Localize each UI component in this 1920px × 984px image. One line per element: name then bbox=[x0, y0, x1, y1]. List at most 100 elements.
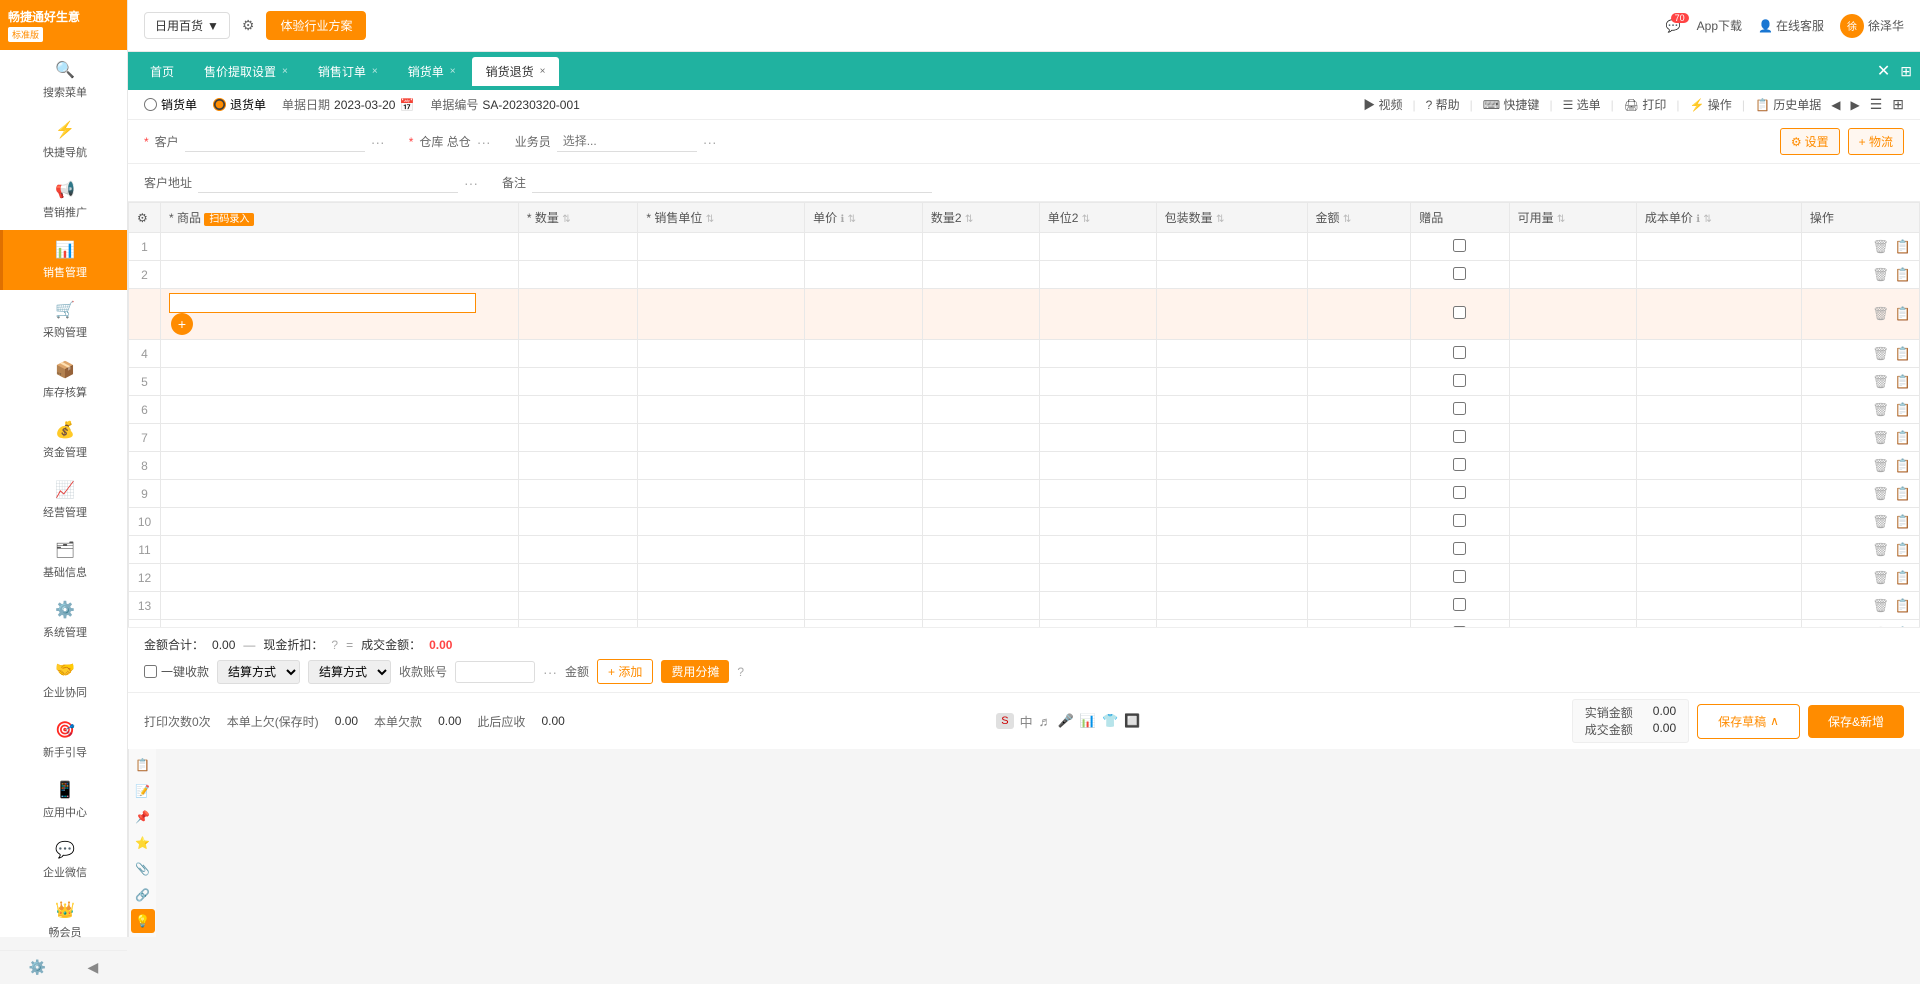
sort-icon[interactable]: ⇅ bbox=[848, 214, 856, 225]
price-cell[interactable] bbox=[805, 536, 923, 564]
delete-row-icon[interactable]: 🗑 bbox=[1872, 598, 1889, 614]
gift-cell[interactable] bbox=[1411, 564, 1509, 592]
print-link[interactable]: 🖨 打印 bbox=[1624, 96, 1667, 113]
unit2-cell[interactable] bbox=[1039, 289, 1156, 340]
unit-cell[interactable] bbox=[638, 424, 805, 452]
unit2-cell[interactable] bbox=[1039, 480, 1156, 508]
collapse-icon[interactable]: ◀ bbox=[88, 959, 99, 976]
gear-icon[interactable]: ⚙ bbox=[137, 211, 148, 225]
gift-checkbox[interactable] bbox=[1453, 306, 1466, 319]
amount-cell[interactable] bbox=[1307, 368, 1411, 396]
sort-icon[interactable]: ⇅ bbox=[1557, 214, 1565, 225]
amount-cell[interactable] bbox=[1307, 452, 1411, 480]
message-badge[interactable]: 💬 70 bbox=[1666, 19, 1681, 33]
qty-cell[interactable] bbox=[518, 508, 638, 536]
product-cell[interactable] bbox=[161, 592, 519, 620]
unit2-cell[interactable] bbox=[1039, 620, 1156, 628]
sidebar-item-basic[interactable]: 🗂 基础信息 bbox=[0, 530, 127, 590]
cost-cell[interactable] bbox=[1636, 536, 1801, 564]
qty2-cell[interactable] bbox=[922, 261, 1039, 289]
salesperson-input[interactable] bbox=[557, 131, 697, 152]
amount-cell[interactable] bbox=[1307, 396, 1411, 424]
gift-cell[interactable] bbox=[1411, 536, 1509, 564]
qty-cell[interactable] bbox=[518, 289, 638, 340]
radio-return[interactable]: 退货单 bbox=[213, 96, 266, 113]
qty2-cell[interactable] bbox=[922, 233, 1039, 261]
gift-checkbox[interactable] bbox=[1453, 402, 1466, 415]
unit-cell[interactable] bbox=[638, 233, 805, 261]
right-panel-icon-6[interactable]: 🔗 bbox=[131, 883, 155, 907]
product-cell[interactable] bbox=[161, 233, 519, 261]
note-input[interactable] bbox=[532, 172, 932, 193]
save-draft-button[interactable]: 保存草稿 ∧ bbox=[1697, 704, 1800, 739]
product-cell[interactable]: + bbox=[161, 289, 519, 340]
copy-row-icon[interactable]: 📋 bbox=[1895, 598, 1911, 614]
delete-row-icon[interactable]: 🗑 bbox=[1872, 542, 1889, 558]
cost-cell[interactable] bbox=[1636, 233, 1801, 261]
gift-checkbox[interactable] bbox=[1453, 514, 1466, 527]
pack-cell[interactable] bbox=[1156, 261, 1307, 289]
tab-sale-order[interactable]: 销售订单 × bbox=[304, 57, 392, 86]
unit-cell[interactable] bbox=[638, 452, 805, 480]
amount-cell[interactable] bbox=[1307, 289, 1411, 340]
price-cell[interactable] bbox=[805, 508, 923, 536]
sidebar-item-enterprise[interactable]: 🤝 企业协同 bbox=[0, 650, 127, 710]
qty2-cell[interactable] bbox=[922, 620, 1039, 628]
sidebar-item-shortcut[interactable]: ⚡ 快捷导航 bbox=[0, 110, 127, 170]
avail-cell[interactable] bbox=[1509, 620, 1636, 628]
product-cell[interactable] bbox=[161, 424, 519, 452]
sidebar-item-appstore[interactable]: 📱 应用中心 bbox=[0, 770, 127, 830]
cost-cell[interactable] bbox=[1636, 480, 1801, 508]
qty2-cell[interactable] bbox=[922, 289, 1039, 340]
sidebar-item-sales[interactable]: 📊 销售管理 bbox=[0, 230, 127, 290]
gift-cell[interactable] bbox=[1411, 592, 1509, 620]
qty-cell[interactable] bbox=[518, 452, 638, 480]
qty2-cell[interactable] bbox=[922, 424, 1039, 452]
select-link[interactable]: ☰ 选单 bbox=[1563, 96, 1601, 113]
price-cell[interactable] bbox=[805, 396, 923, 424]
warehouse-picker-icon[interactable]: ··· bbox=[477, 134, 491, 150]
sidebar-item-operation[interactable]: 📈 经营管理 bbox=[0, 470, 127, 530]
delete-row-icon[interactable]: 🗑 bbox=[1872, 486, 1889, 502]
toolbar-icon-6[interactable]: 🔲 bbox=[1124, 713, 1140, 729]
toolbar-icon-2[interactable]: ♬ bbox=[1039, 714, 1052, 729]
right-panel-icon-3[interactable]: 📌 bbox=[131, 805, 155, 829]
input-method-icon[interactable]: S bbox=[996, 713, 1013, 729]
delete-row-icon[interactable]: 🗑 bbox=[1872, 267, 1889, 283]
unit-cell[interactable] bbox=[638, 340, 805, 368]
address-input[interactable] bbox=[198, 172, 458, 193]
amount-cell[interactable] bbox=[1307, 261, 1411, 289]
prev-icon[interactable]: ◀ bbox=[1831, 98, 1840, 112]
history-link[interactable]: 📋 历史单据 bbox=[1755, 96, 1821, 113]
sidebar-item-guide[interactable]: 🎯 新手引导 bbox=[0, 710, 127, 770]
avail-cell[interactable] bbox=[1509, 233, 1636, 261]
tab-close-icon[interactable]: × bbox=[372, 66, 378, 77]
unit2-cell[interactable] bbox=[1039, 424, 1156, 452]
cost-cell[interactable] bbox=[1636, 396, 1801, 424]
delete-row-icon[interactable]: 🗑 bbox=[1872, 239, 1889, 255]
help-link[interactable]: ? 帮助 bbox=[1426, 96, 1460, 113]
delete-row-icon[interactable]: 🗑 bbox=[1872, 346, 1889, 362]
add-payment-button[interactable]: + 添加 bbox=[597, 659, 653, 684]
settings-bottom-icon[interactable]: ⚙️ bbox=[29, 959, 46, 976]
avail-cell[interactable] bbox=[1509, 452, 1636, 480]
price-cell[interactable] bbox=[805, 620, 923, 628]
address-picker-icon[interactable]: ··· bbox=[464, 175, 478, 191]
gift-cell[interactable] bbox=[1411, 368, 1509, 396]
product-cell[interactable] bbox=[161, 452, 519, 480]
price-cell[interactable] bbox=[805, 340, 923, 368]
price-cell[interactable] bbox=[805, 233, 923, 261]
sidebar-item-wechat[interactable]: 💬 企业微信 bbox=[0, 830, 127, 890]
sort-icon[interactable]: ⇅ bbox=[1082, 214, 1090, 225]
gift-cell[interactable] bbox=[1411, 508, 1509, 536]
tab-close-icon[interactable]: × bbox=[282, 66, 288, 77]
pack-cell[interactable] bbox=[1156, 396, 1307, 424]
fee-split-button[interactable]: 费用分摊 bbox=[661, 660, 729, 683]
cost-cell[interactable] bbox=[1636, 620, 1801, 628]
qty2-cell[interactable] bbox=[922, 536, 1039, 564]
sort-icon[interactable]: ⇅ bbox=[1216, 214, 1224, 225]
gift-checkbox[interactable] bbox=[1453, 374, 1466, 387]
product-cell[interactable] bbox=[161, 396, 519, 424]
sort-icon[interactable]: ⇅ bbox=[1703, 214, 1711, 225]
add-row-button[interactable]: + bbox=[171, 313, 193, 335]
